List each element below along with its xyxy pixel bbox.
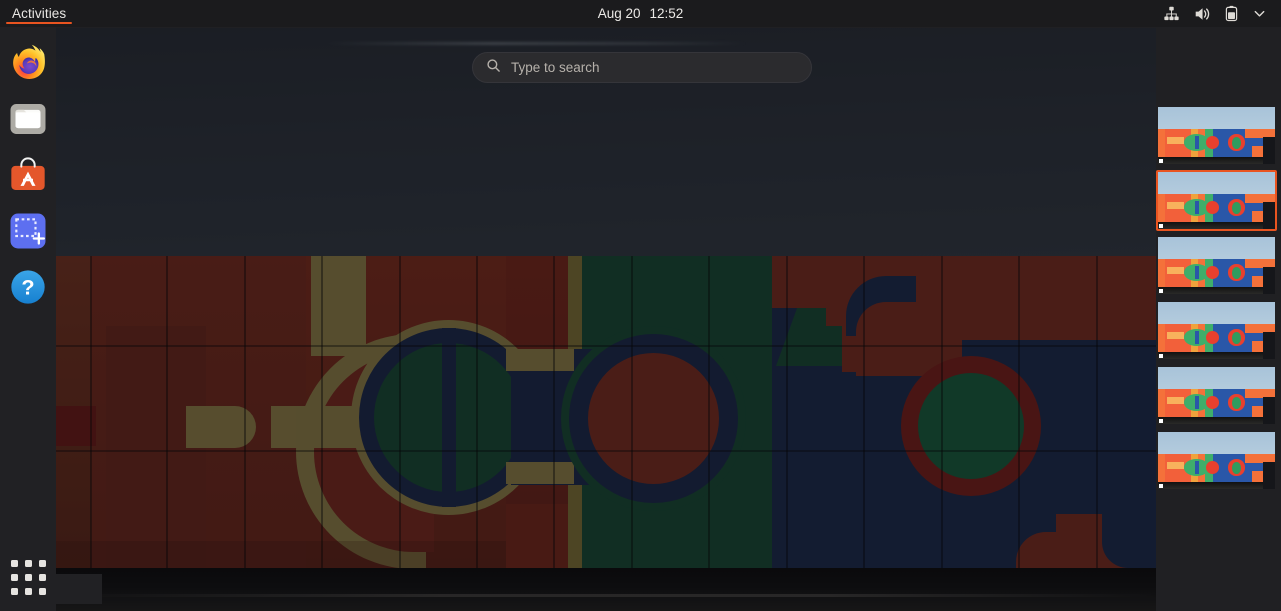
dock-item-files[interactable] (6, 97, 50, 141)
clock-time: 12:52 (649, 6, 684, 21)
clock-date: Aug 20 (597, 6, 641, 21)
dash-dock: ? (0, 27, 56, 611)
search-icon (486, 58, 501, 78)
clock-area: Aug 20 12:52 (0, 0, 1281, 27)
workspace-thumbnail-3[interactable] (1156, 235, 1277, 296)
search-placeholder: Type to search (511, 60, 600, 75)
photo-mural-wall (56, 256, 1156, 568)
firefox-icon (13, 44, 45, 79)
software-store-icon (11, 157, 45, 190)
dock-item-screenshot[interactable] (6, 209, 50, 253)
activities-label: Activities (12, 6, 67, 21)
workspace-thumbnail-6[interactable] (1156, 430, 1277, 491)
search-input[interactable]: Type to search (472, 52, 812, 83)
mural-photograph (56, 28, 1156, 611)
photo-sky-highlight (326, 42, 746, 45)
workspace-thumbnail-content (1158, 172, 1275, 229)
workspace-thumbnail-content (1158, 302, 1275, 359)
battery-icon[interactable] (1224, 5, 1239, 22)
top-bar: Activities Aug 20 12:52 (0, 0, 1281, 27)
workspace-thumbnail-4[interactable] (1156, 300, 1277, 361)
workspace-thumbnail-2[interactable] (1156, 170, 1277, 231)
screenshot-selection-icon (10, 213, 46, 249)
workspace-thumbnail-content (1158, 432, 1275, 489)
svg-text:?: ? (21, 275, 34, 300)
volume-speaker-icon[interactable] (1193, 5, 1211, 23)
photo-ground-left-block (56, 574, 102, 604)
workspace-thumbnail-content (1158, 367, 1275, 424)
activities-active-underline (6, 22, 73, 24)
workspace-thumbnails (1156, 105, 1281, 500)
workspace-thumbnail-1[interactable] (1156, 105, 1277, 166)
question-mark-icon: ? (11, 270, 45, 304)
photo-ground (56, 568, 1156, 611)
workspace-thumbnail-content (1158, 107, 1275, 164)
show-applications-button[interactable] (6, 555, 50, 599)
system-status-area[interactable] (1157, 0, 1273, 27)
clock-button[interactable]: Aug 20 12:52 (590, 4, 692, 23)
dock-item-help[interactable]: ? (6, 265, 50, 309)
workspace-thumbnail-content (1158, 237, 1275, 294)
dock-item-ubuntu-software[interactable] (6, 153, 50, 197)
activities-button[interactable]: Activities (0, 0, 78, 27)
chevron-down-icon[interactable] (1252, 6, 1267, 21)
dock-item-firefox[interactable] (6, 41, 50, 85)
folder-icon (10, 104, 46, 134)
apps-grid-icon (10, 559, 46, 595)
workspace-thumbnail-5[interactable] (1156, 365, 1277, 426)
window-preview[interactable] (56, 28, 1156, 611)
network-wired-icon[interactable] (1163, 5, 1180, 22)
